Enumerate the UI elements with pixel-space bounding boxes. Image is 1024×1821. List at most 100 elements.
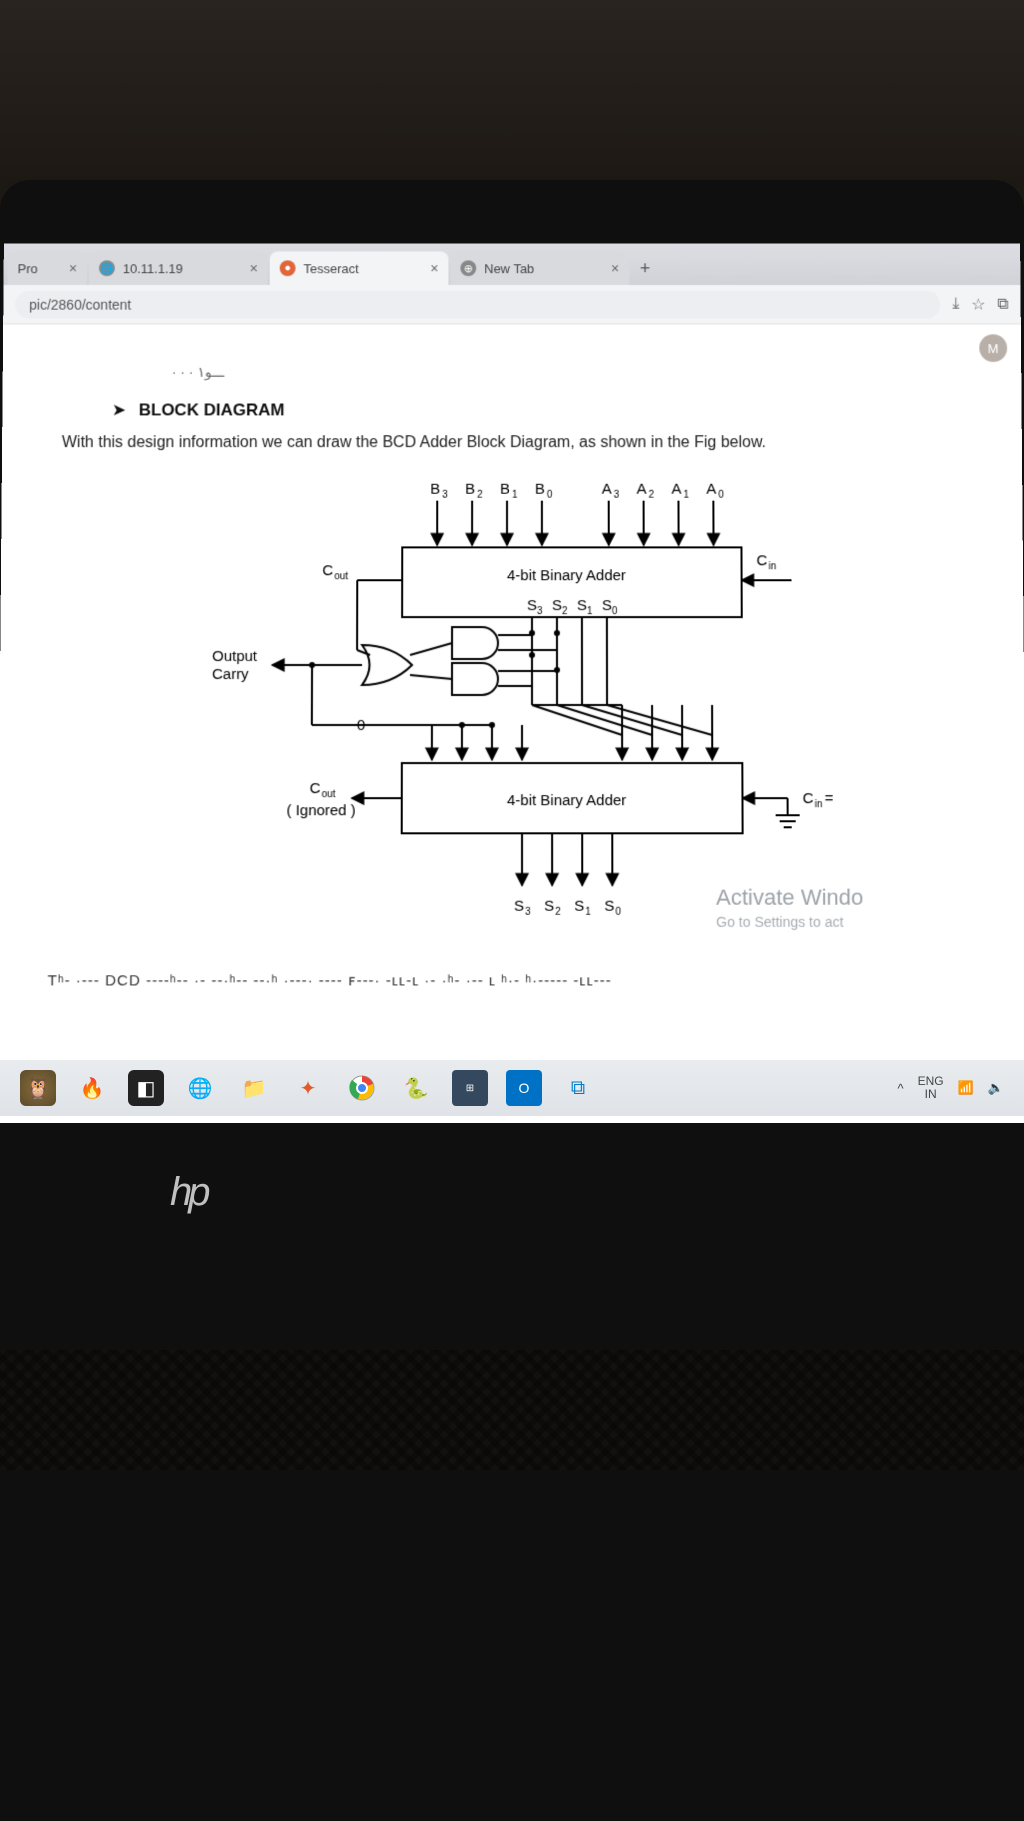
svg-text:B: B xyxy=(500,481,510,498)
bcd-adder-diagram: B3 B2 B1 B0 A3 A2 A1 A0 xyxy=(190,476,833,961)
close-icon[interactable]: × xyxy=(430,260,438,276)
svg-text:A: A xyxy=(706,481,716,498)
svg-text:C: C xyxy=(803,790,814,807)
sound-icon[interactable]: 🔈 xyxy=(988,1080,1004,1096)
svg-text:B: B xyxy=(430,481,440,498)
svg-text:B: B xyxy=(465,481,475,498)
tab-tesseract[interactable]: ● Tesseract × xyxy=(270,251,449,284)
svg-text:C: C xyxy=(756,552,767,569)
close-icon[interactable]: × xyxy=(69,260,77,276)
section-heading: ➤ BLOCK DIAGRAM xyxy=(112,401,972,421)
svg-text:S: S xyxy=(514,898,524,915)
truncated-text-line: Tʰ- ·--- DCD ----ʰ-- ·- --·ʰ-- --·ʰ ·---… xyxy=(48,971,977,989)
laptop-speaker-grille xyxy=(0,1350,1024,1470)
taskbar-app-icon[interactable]: 🦉 xyxy=(20,1070,56,1106)
svg-text:1: 1 xyxy=(585,907,591,918)
svg-text:= 0: = 0 xyxy=(825,790,834,807)
address-bar: pic/2860/content ⤓ ☆ ⧉ xyxy=(3,285,1021,324)
svg-text:0: 0 xyxy=(612,606,618,617)
url-text: pic/2860/content xyxy=(29,296,131,312)
section-title-text: BLOCK DIAGRAM xyxy=(139,401,285,420)
close-icon[interactable]: × xyxy=(611,260,619,276)
tab-ip[interactable]: 🌐 10.11.1.19 × xyxy=(89,251,268,284)
close-icon[interactable]: × xyxy=(250,260,258,276)
app-icon: ● xyxy=(280,260,296,276)
install-icon[interactable]: ⤓ xyxy=(952,295,959,313)
tab-label: New Tab xyxy=(484,261,603,276)
faint-header-text: · · · ـــو١ xyxy=(172,364,972,381)
tab-new[interactable]: ⊕ New Tab × xyxy=(450,251,629,284)
windows-activation-watermark: Activate Windo Go to Settings to act xyxy=(716,884,864,931)
svg-text:0: 0 xyxy=(357,717,365,734)
tray-chevron-icon[interactable]: ^ xyxy=(898,1081,904,1096)
svg-text:( Ignored ): ( Ignored ) xyxy=(286,802,355,819)
hp-logo: hp xyxy=(170,1170,207,1215)
taskbar-app-icon[interactable]: 🔥 xyxy=(74,1070,110,1106)
profile-avatar[interactable]: M xyxy=(979,334,1007,362)
tab-label: Pro xyxy=(18,261,62,276)
svg-text:3: 3 xyxy=(614,490,620,501)
new-tab-button[interactable]: + xyxy=(631,254,659,282)
taskbar-app-icon[interactable]: ◧ xyxy=(128,1070,164,1106)
svg-text:3: 3 xyxy=(537,606,543,617)
microsoft-store-icon[interactable]: ⊞ xyxy=(452,1070,488,1106)
svg-text:S: S xyxy=(527,597,537,614)
globe-icon: ⊕ xyxy=(460,260,476,276)
chrome-browser-icon[interactable] xyxy=(344,1070,380,1106)
svg-text:Carry: Carry xyxy=(212,666,249,683)
globe-icon: 🌐 xyxy=(99,260,115,276)
svg-text:S: S xyxy=(574,898,584,915)
svg-text:4-bit Binary Adder: 4-bit Binary Adder xyxy=(507,792,626,809)
taskbar-app-icon[interactable]: ✦ xyxy=(290,1070,326,1106)
svg-text:C: C xyxy=(310,780,321,797)
svg-text:A: A xyxy=(637,481,647,498)
python-icon[interactable]: 🐍 xyxy=(398,1070,434,1106)
tab-pro[interactable]: Pro × xyxy=(8,251,88,284)
svg-text:out: out xyxy=(322,789,336,800)
laptop-screen: Pro × 🌐 10.11.1.19 × ● Tesseract × ⊕ New… xyxy=(0,244,1024,1124)
edge-browser-icon[interactable]: 🌐 xyxy=(182,1070,218,1106)
svg-text:2: 2 xyxy=(477,490,483,501)
adder1-label: 4-bit Binary Adder xyxy=(507,567,626,584)
svg-text:in: in xyxy=(815,799,823,810)
svg-text:0: 0 xyxy=(718,490,724,501)
windows-taskbar: 🦉 🔥 ◧ 🌐 📁 ✦ 🐍 ⊞ O ⧉ ^ ENG IN 📶 🔈 xyxy=(0,1060,1024,1116)
language-indicator[interactable]: ENG IN xyxy=(918,1075,944,1101)
svg-text:C: C xyxy=(322,562,333,579)
svg-text:1: 1 xyxy=(512,490,518,501)
svg-text:in: in xyxy=(768,561,776,572)
svg-text:1: 1 xyxy=(587,606,593,617)
extensions-icon[interactable]: ⧉ xyxy=(997,295,1009,313)
browser-tab-strip: Pro × 🌐 10.11.1.19 × ● Tesseract × ⊕ New… xyxy=(4,244,1021,285)
system-tray: ^ ENG IN 📶 🔈 xyxy=(898,1075,1005,1101)
svg-text:B: B xyxy=(535,481,545,498)
svg-text:3: 3 xyxy=(442,490,448,501)
svg-text:2: 2 xyxy=(562,606,568,617)
url-input[interactable]: pic/2860/content xyxy=(15,290,940,318)
svg-text:Output: Output xyxy=(212,648,258,665)
svg-text:S: S xyxy=(577,597,587,614)
watermark-title: Activate Windo xyxy=(716,884,863,913)
svg-text:A: A xyxy=(671,481,681,498)
svg-text:S: S xyxy=(602,597,612,614)
svg-text:3: 3 xyxy=(525,907,531,918)
svg-text:S: S xyxy=(604,898,614,915)
svg-text:1: 1 xyxy=(683,490,689,501)
svg-text:0: 0 xyxy=(547,490,553,501)
svg-text:A: A xyxy=(602,481,612,498)
page-content: M · · · ـــو١ ➤ BLOCK DIAGRAM With this … xyxy=(0,324,1024,1123)
tab-label: 10.11.1.19 xyxy=(123,261,242,276)
svg-text:0: 0 xyxy=(615,907,621,918)
svg-text:2: 2 xyxy=(649,490,655,501)
file-explorer-icon[interactable]: 📁 xyxy=(236,1070,272,1106)
svg-text:2: 2 xyxy=(555,907,561,918)
tab-label: Tesseract xyxy=(303,261,422,276)
svg-text:S: S xyxy=(544,898,554,915)
watermark-subtitle: Go to Settings to act xyxy=(716,913,863,931)
outlook-icon[interactable]: O xyxy=(506,1070,542,1106)
star-icon[interactable]: ☆ xyxy=(971,294,985,314)
svg-text:S: S xyxy=(552,597,562,614)
wifi-icon[interactable]: 📶 xyxy=(958,1080,974,1096)
bullet-arrow-icon: ➤ xyxy=(112,401,126,420)
vscode-icon[interactable]: ⧉ xyxy=(560,1070,596,1106)
